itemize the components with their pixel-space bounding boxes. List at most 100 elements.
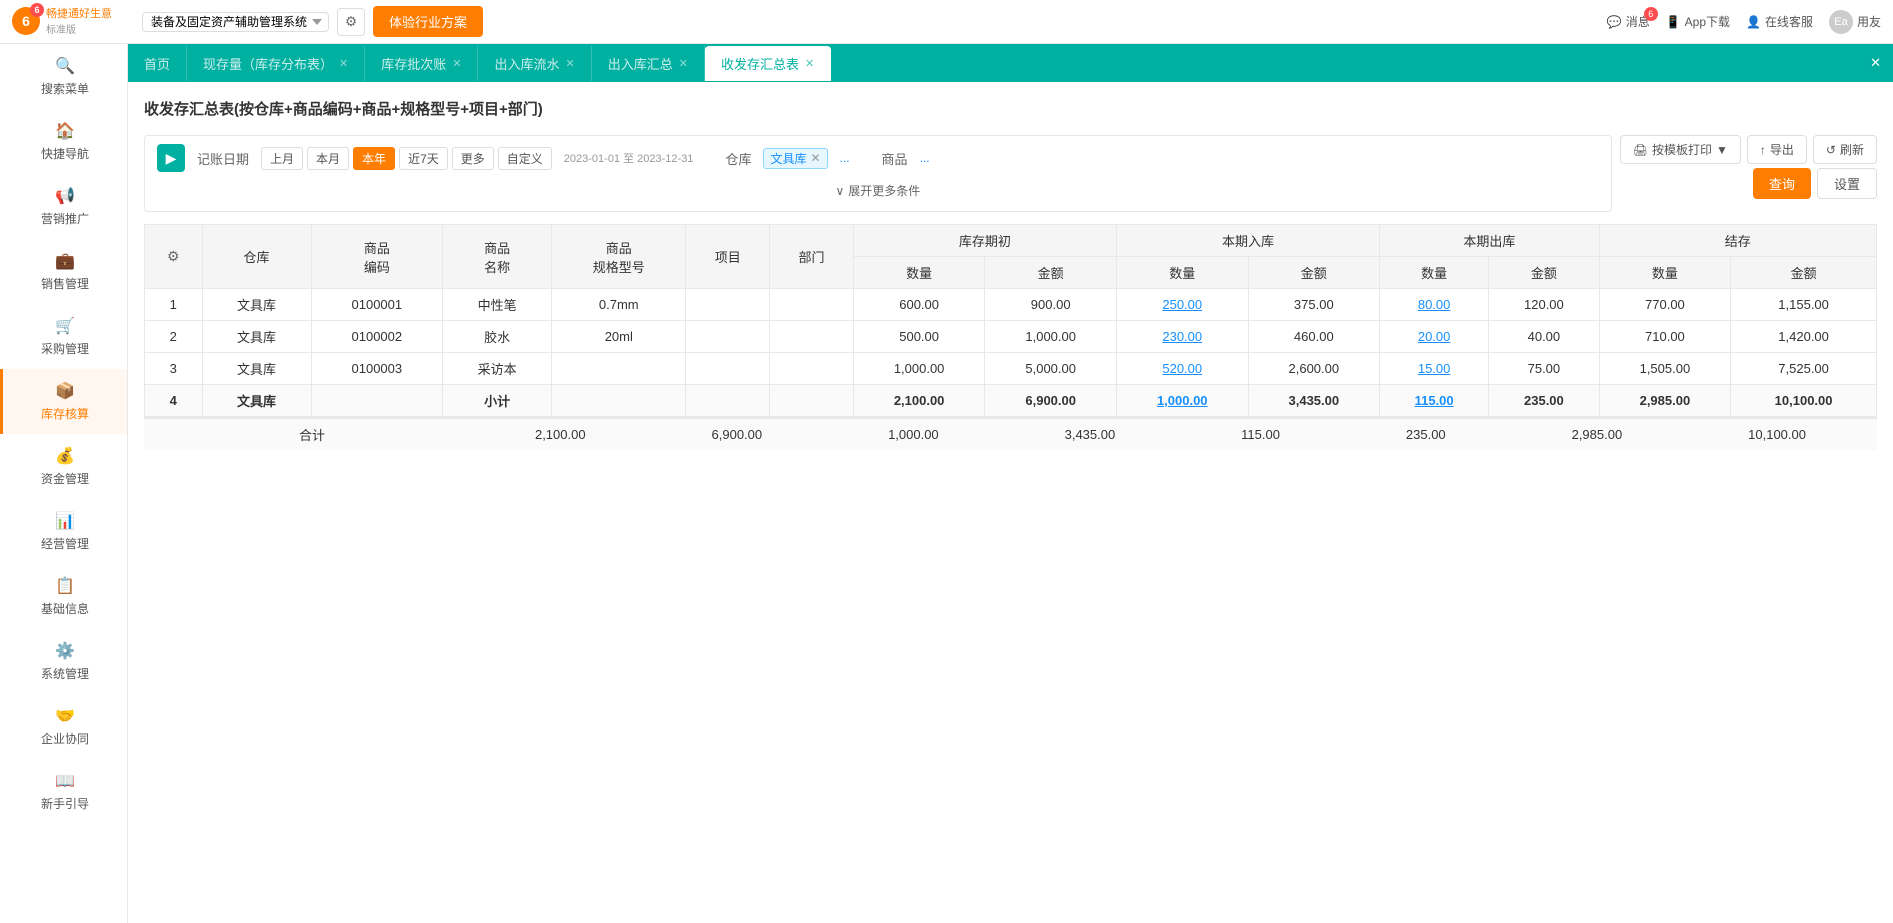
- date-btn-more[interactable]: 更多: [452, 147, 494, 170]
- search-icon: 🔍: [55, 56, 75, 76]
- row-project: [686, 385, 770, 417]
- row-name: 小计: [443, 385, 552, 417]
- filter-section: ▶ 记账日期 上月 本月 本年 近7天 更多 自定义: [144, 135, 1612, 212]
- row-open-qty: 2,100.00: [853, 385, 985, 417]
- row-in-amt: 375.00: [1248, 289, 1380, 321]
- purchase-icon: 🛒: [55, 316, 75, 336]
- tab-batch-account-close[interactable]: ✕: [452, 57, 461, 70]
- row-in-qty[interactable]: 230.00: [1116, 321, 1248, 353]
- sidebar-item-finance[interactable]: 💰 资金管理: [0, 434, 127, 499]
- export-icon: ↑: [1760, 143, 1766, 157]
- row-project: [686, 289, 770, 321]
- filter-expand-button[interactable]: ▶: [157, 144, 185, 172]
- row-in-qty[interactable]: 1,000.00: [1116, 385, 1248, 417]
- tab-inout-summary-close[interactable]: ✕: [679, 57, 688, 70]
- tab-inventory-dist-close[interactable]: ✕: [339, 57, 348, 70]
- total-bar: 合计 2,100.00 6,900.00 1,000.00 3,435.00 1…: [144, 417, 1877, 450]
- col-group-balance: 结存: [1599, 225, 1876, 257]
- tab-home-label: 首页: [144, 54, 170, 73]
- row-out-qty[interactable]: 115.00: [1380, 385, 1489, 417]
- date-filter: 上月 本月 本年 近7天 更多 自定义: [261, 147, 552, 170]
- tab-recv-send-summary-label: 收发存汇总表: [721, 54, 799, 73]
- sidebar-label-inventory: 库存核算: [41, 405, 89, 422]
- online-service-item[interactable]: 👤 在线客服: [1746, 13, 1813, 30]
- page-content: 收发存汇总表(按仓库+商品编码+商品+规格型号+项目+部门) ▶ 记账日期 上月…: [128, 82, 1893, 923]
- system-select[interactable]: 装备及固定资产辅助管理系统: [142, 12, 329, 32]
- sidebar-item-marketing[interactable]: 📢 营销推广: [0, 174, 127, 239]
- tab-inout-summary[interactable]: 出入库汇总 ✕: [592, 46, 705, 81]
- row-in-qty[interactable]: 250.00: [1116, 289, 1248, 321]
- expand-more-button[interactable]: ∨ 展开更多条件: [831, 178, 924, 203]
- trial-button[interactable]: 体验行业方案: [373, 6, 483, 37]
- sidebar: 🔍 搜索菜单 🏠 快捷导航 📢 营销推广 💼 销售管理 🛒 采购管理 📦 库存核…: [0, 44, 128, 923]
- col-spec-header: 商品规格型号: [552, 225, 686, 289]
- col-settings-header[interactable]: ⚙: [145, 225, 203, 289]
- sidebar-label-operation: 经营管理: [41, 535, 89, 552]
- tab-batch-account[interactable]: 库存批次账 ✕: [365, 46, 478, 81]
- app-download-item[interactable]: 📱 App下载: [1666, 13, 1730, 30]
- sidebar-item-sales[interactable]: 💼 销售管理: [0, 239, 127, 304]
- row-bal-amt: 10,100.00: [1731, 385, 1877, 417]
- export-button[interactable]: ↑ 导出: [1747, 135, 1807, 164]
- settings-gear-button[interactable]: ⚙: [337, 8, 365, 36]
- date-btn-prev-month[interactable]: 上月: [261, 147, 303, 170]
- message-badge: 6: [1644, 7, 1658, 21]
- sidebar-item-system[interactable]: ⚙️ 系统管理: [0, 629, 127, 694]
- row-in-qty[interactable]: 520.00: [1116, 353, 1248, 385]
- tab-home[interactable]: 首页: [128, 46, 187, 81]
- date-btn-custom[interactable]: 自定义: [498, 147, 552, 170]
- warehouse-more-button[interactable]: ...: [840, 151, 850, 165]
- col-project-header: 项目: [686, 225, 770, 289]
- settings-button[interactable]: 设置: [1817, 168, 1877, 199]
- date-btn-cur-month[interactable]: 本月: [307, 147, 349, 170]
- table-gear-icon[interactable]: ⚙: [167, 248, 180, 264]
- col-open-amt: 金额: [985, 257, 1117, 289]
- refresh-icon: ↺: [1826, 143, 1836, 157]
- sidebar-item-purchase[interactable]: 🛒 采购管理: [0, 304, 127, 369]
- row-num: 3: [145, 353, 203, 385]
- tab-inout-flow-close[interactable]: ✕: [566, 57, 575, 70]
- warehouse-tag-close[interactable]: ✕: [810, 151, 820, 165]
- total-in-qty: 1,000.00: [888, 427, 939, 442]
- row-out-qty[interactable]: 15.00: [1380, 353, 1489, 385]
- row-warehouse: 文具库: [202, 289, 311, 321]
- user-item[interactable]: Ea 用友: [1829, 10, 1881, 34]
- sidebar-item-quick-nav[interactable]: 🏠 快捷导航: [0, 109, 127, 174]
- logo-text-group: 畅捷通好生意 标准版: [46, 7, 112, 36]
- message-icon-item[interactable]: 💬 消息 6: [1607, 13, 1650, 30]
- sidebar-item-search[interactable]: 🔍 搜索菜单: [0, 44, 127, 109]
- refresh-button[interactable]: ↺ 刷新: [1813, 135, 1877, 164]
- sidebar-item-basic-info[interactable]: 📋 基础信息: [0, 564, 127, 629]
- col-warehouse-header: 仓库: [202, 225, 311, 289]
- product-more-button[interactable]: ...: [920, 151, 930, 165]
- main-layout: 🔍 搜索菜单 🏠 快捷导航 📢 营销推广 💼 销售管理 🛒 采购管理 📦 库存核…: [0, 44, 1893, 923]
- date-btn-cur-year[interactable]: 本年: [353, 147, 395, 170]
- row-warehouse: 文具库: [202, 321, 311, 353]
- sidebar-item-operation[interactable]: 📊 经营管理: [0, 499, 127, 564]
- row-out-qty[interactable]: 20.00: [1380, 321, 1489, 353]
- query-button[interactable]: 查询: [1753, 168, 1811, 199]
- row-project: [686, 353, 770, 385]
- tab-inventory-dist[interactable]: 现存量（库存分布表） ✕: [187, 46, 365, 81]
- tab-inout-flow[interactable]: 出入库流水 ✕: [478, 46, 591, 81]
- tab-recv-send-summary[interactable]: 收发存汇总表 ✕: [705, 46, 831, 81]
- sidebar-label-system: 系统管理: [41, 665, 89, 682]
- date-filter-label: 记账日期: [197, 149, 249, 168]
- col-name-header: 商品名称: [443, 225, 552, 289]
- expand-more-icon: ∨: [835, 184, 844, 198]
- sidebar-label-sales: 销售管理: [41, 275, 89, 292]
- date-btn-7days[interactable]: 近7天: [399, 147, 448, 170]
- row-bal-amt: 1,420.00: [1731, 321, 1877, 353]
- sidebar-item-enterprise[interactable]: 🤝 企业协同: [0, 694, 127, 759]
- sidebar-item-inventory[interactable]: 📦 库存核算: [0, 369, 127, 434]
- sidebar-item-guide[interactable]: 📖 新手引导: [0, 759, 127, 824]
- sidebar-label-enterprise: 企业协同: [41, 730, 89, 747]
- row-out-amt: 235.00: [1489, 385, 1599, 417]
- row-open-amt: 6,900.00: [985, 385, 1117, 417]
- row-in-amt: 3,435.00: [1248, 385, 1380, 417]
- row-spec: [552, 385, 686, 417]
- tab-bar-close-all[interactable]: ✕: [1858, 47, 1893, 79]
- tab-recv-send-summary-close[interactable]: ✕: [805, 57, 814, 70]
- print-button[interactable]: 🖨 按模板打印 ▼: [1620, 135, 1741, 164]
- row-out-qty[interactable]: 80.00: [1380, 289, 1489, 321]
